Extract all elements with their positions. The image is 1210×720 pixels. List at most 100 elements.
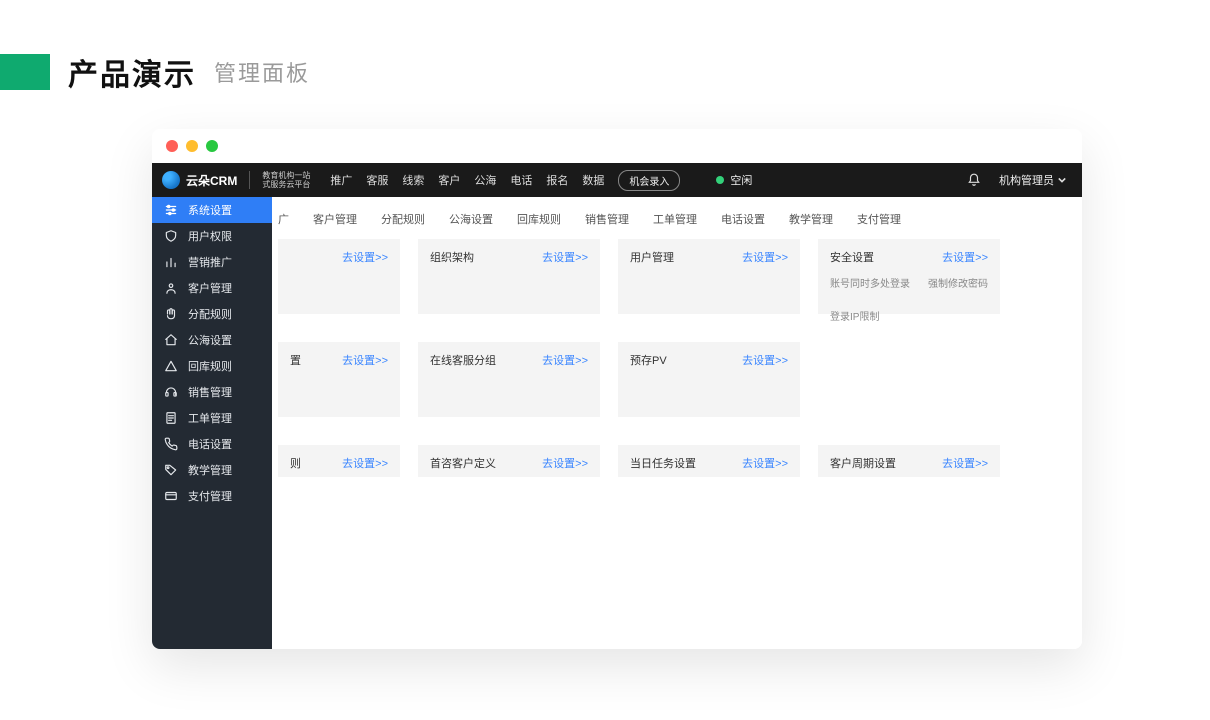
chevron-down-icon <box>1058 176 1066 184</box>
top-nav-item[interactable]: 电话 <box>510 172 532 188</box>
settings-card: 则去设置>> <box>278 445 400 477</box>
logo-divider <box>249 171 250 189</box>
go-settings-link[interactable]: 去设置>> <box>942 249 988 265</box>
phone-icon <box>164 437 178 451</box>
go-settings-link[interactable]: 去设置>> <box>742 249 788 265</box>
settings-card: 预存PV去设置>> <box>618 342 800 417</box>
triangle-icon <box>164 359 178 373</box>
hand-icon <box>164 307 178 321</box>
page-heading: 产品演示 管理面板 <box>0 0 1210 129</box>
go-settings-link[interactable]: 去设置>> <box>342 249 388 265</box>
sidebar-item-label: 销售管理 <box>188 384 232 400</box>
sub-tab[interactable]: 回库规则 <box>509 207 569 231</box>
sidebar-item[interactable]: 营销推广 <box>152 249 272 275</box>
sub-tab[interactable]: 支付管理 <box>849 207 909 231</box>
notifications-icon[interactable] <box>967 173 981 187</box>
settings-cards: 去设置>>组织架构去设置>>用户管理去设置>>安全设置去设置>>账号同时多处登录… <box>272 239 1082 477</box>
sidebar-item[interactable]: 公海设置 <box>152 327 272 353</box>
maximize-dot-icon[interactable] <box>206 140 218 152</box>
sub-tabs: 广客户管理分配规则公海设置回库规则销售管理工单管理电话设置教学管理支付管理 <box>272 197 1082 239</box>
card-icon <box>164 489 178 503</box>
card-detail-item: 强制修改密码 <box>928 275 988 290</box>
settings-card: 组织架构去设置>> <box>418 239 600 314</box>
sidebar-item[interactable]: 教学管理 <box>152 457 272 483</box>
sub-tab[interactable]: 教学管理 <box>781 207 841 231</box>
sidebar-item[interactable]: 销售管理 <box>152 379 272 405</box>
sidebar-item-label: 客户管理 <box>188 280 232 296</box>
status-indicator: 空闲 <box>716 172 752 188</box>
app-topbar: 云朵CRM 教育机构一站 式服务云平台 推广客服线索客户公海电话报名数据 机会录… <box>152 163 1082 197</box>
card-details: 账号同时多处登录 强制修改密码登录IP限制 <box>830 275 988 323</box>
top-nav-item[interactable]: 客服 <box>366 172 388 188</box>
shield-icon <box>164 229 178 243</box>
sidebar-item-label: 用户权限 <box>188 228 232 244</box>
sidebar-item-label: 支付管理 <box>188 488 232 504</box>
sub-tab[interactable]: 分配规则 <box>373 207 433 231</box>
sub-tab[interactable]: 电话设置 <box>713 207 773 231</box>
sidebar-item[interactable]: 客户管理 <box>152 275 272 301</box>
sub-tab[interactable]: 销售管理 <box>577 207 637 231</box>
top-nav: 推广客服线索客户公海电话报名数据 <box>330 172 604 188</box>
top-nav-item[interactable]: 线索 <box>402 172 424 188</box>
user-menu[interactable]: 机构管理员 <box>999 172 1066 188</box>
sidebar-item-label: 电话设置 <box>188 436 232 452</box>
window-traffic-lights <box>152 129 1082 163</box>
sidebar-item-label: 教学管理 <box>188 462 232 478</box>
close-dot-icon[interactable] <box>166 140 178 152</box>
sidebar: 系统设置用户权限营销推广客户管理分配规则公海设置回库规则销售管理工单管理电话设置… <box>152 197 272 649</box>
go-settings-link[interactable]: 去设置>> <box>542 249 588 265</box>
sidebar-item-label: 公海设置 <box>188 332 232 348</box>
sidebar-item-label: 回库规则 <box>188 358 232 374</box>
settings-card: 当日任务设置去设置>> <box>618 445 800 477</box>
sidebar-item[interactable]: 用户权限 <box>152 223 272 249</box>
sidebar-item-label: 分配规则 <box>188 306 232 322</box>
sub-tab[interactable]: 公海设置 <box>441 207 501 231</box>
accent-block <box>0 54 50 90</box>
go-settings-link[interactable]: 去设置>> <box>742 352 788 368</box>
app-body: 系统设置用户权限营销推广客户管理分配规则公海设置回库规则销售管理工单管理电话设置… <box>152 197 1082 649</box>
person-icon <box>164 281 178 295</box>
browser-window: 云朵CRM 教育机构一站 式服务云平台 推广客服线索客户公海电话报名数据 机会录… <box>152 129 1082 649</box>
top-nav-item[interactable]: 客户 <box>438 172 460 188</box>
logo-mark-icon <box>162 171 180 189</box>
settings-card: 置去设置>> <box>278 342 400 417</box>
page-subtitle: 管理面板 <box>214 56 310 88</box>
chart-icon <box>164 255 178 269</box>
status-dot-icon <box>716 176 724 184</box>
card-detail-item: 登录IP限制 <box>830 308 879 323</box>
sub-tab[interactable]: 客户管理 <box>305 207 365 231</box>
sub-tab[interactable]: 广 <box>278 207 297 231</box>
sidebar-item[interactable]: 工单管理 <box>152 405 272 431</box>
go-settings-link[interactable]: 去设置>> <box>342 352 388 368</box>
sidebar-item[interactable]: 支付管理 <box>152 483 272 509</box>
record-opportunity-button[interactable]: 机会录入 <box>618 170 680 191</box>
sub-tab[interactable]: 工单管理 <box>645 207 705 231</box>
top-nav-item[interactable]: 公海 <box>474 172 496 188</box>
sidebar-item[interactable]: 系统设置 <box>152 197 272 223</box>
app-logo: 云朵CRM 教育机构一站 式服务云平台 <box>152 171 320 189</box>
minimize-dot-icon[interactable] <box>186 140 198 152</box>
user-role: 机构管理员 <box>999 172 1054 188</box>
go-settings-link[interactable]: 去设置>> <box>542 352 588 368</box>
top-nav-item[interactable]: 数据 <box>582 172 604 188</box>
go-settings-link[interactable]: 去设置>> <box>342 455 388 471</box>
logo-tagline: 教育机构一站 式服务云平台 <box>262 171 310 189</box>
topbar-right: 机构管理员 <box>967 172 1082 188</box>
go-settings-link[interactable]: 去设置>> <box>542 455 588 471</box>
sidebar-item-label: 营销推广 <box>188 254 232 270</box>
status-label: 空闲 <box>730 172 752 188</box>
top-nav-item[interactable]: 报名 <box>546 172 568 188</box>
house-icon <box>164 333 178 347</box>
settings-card: 用户管理去设置>> <box>618 239 800 314</box>
top-nav-item[interactable]: 推广 <box>330 172 352 188</box>
headset-icon <box>164 385 178 399</box>
go-settings-link[interactable]: 去设置>> <box>742 455 788 471</box>
card-detail-item: 账号同时多处登录 <box>830 275 910 290</box>
sliders-icon <box>164 203 178 217</box>
go-settings-link[interactable]: 去设置>> <box>942 455 988 471</box>
sidebar-item[interactable]: 电话设置 <box>152 431 272 457</box>
sidebar-item[interactable]: 回库规则 <box>152 353 272 379</box>
settings-card: 安全设置去设置>>账号同时多处登录强制修改密码登录IP限制 <box>818 239 1000 314</box>
sidebar-item[interactable]: 分配规则 <box>152 301 272 327</box>
settings-card: 首咨客户定义去设置>> <box>418 445 600 477</box>
